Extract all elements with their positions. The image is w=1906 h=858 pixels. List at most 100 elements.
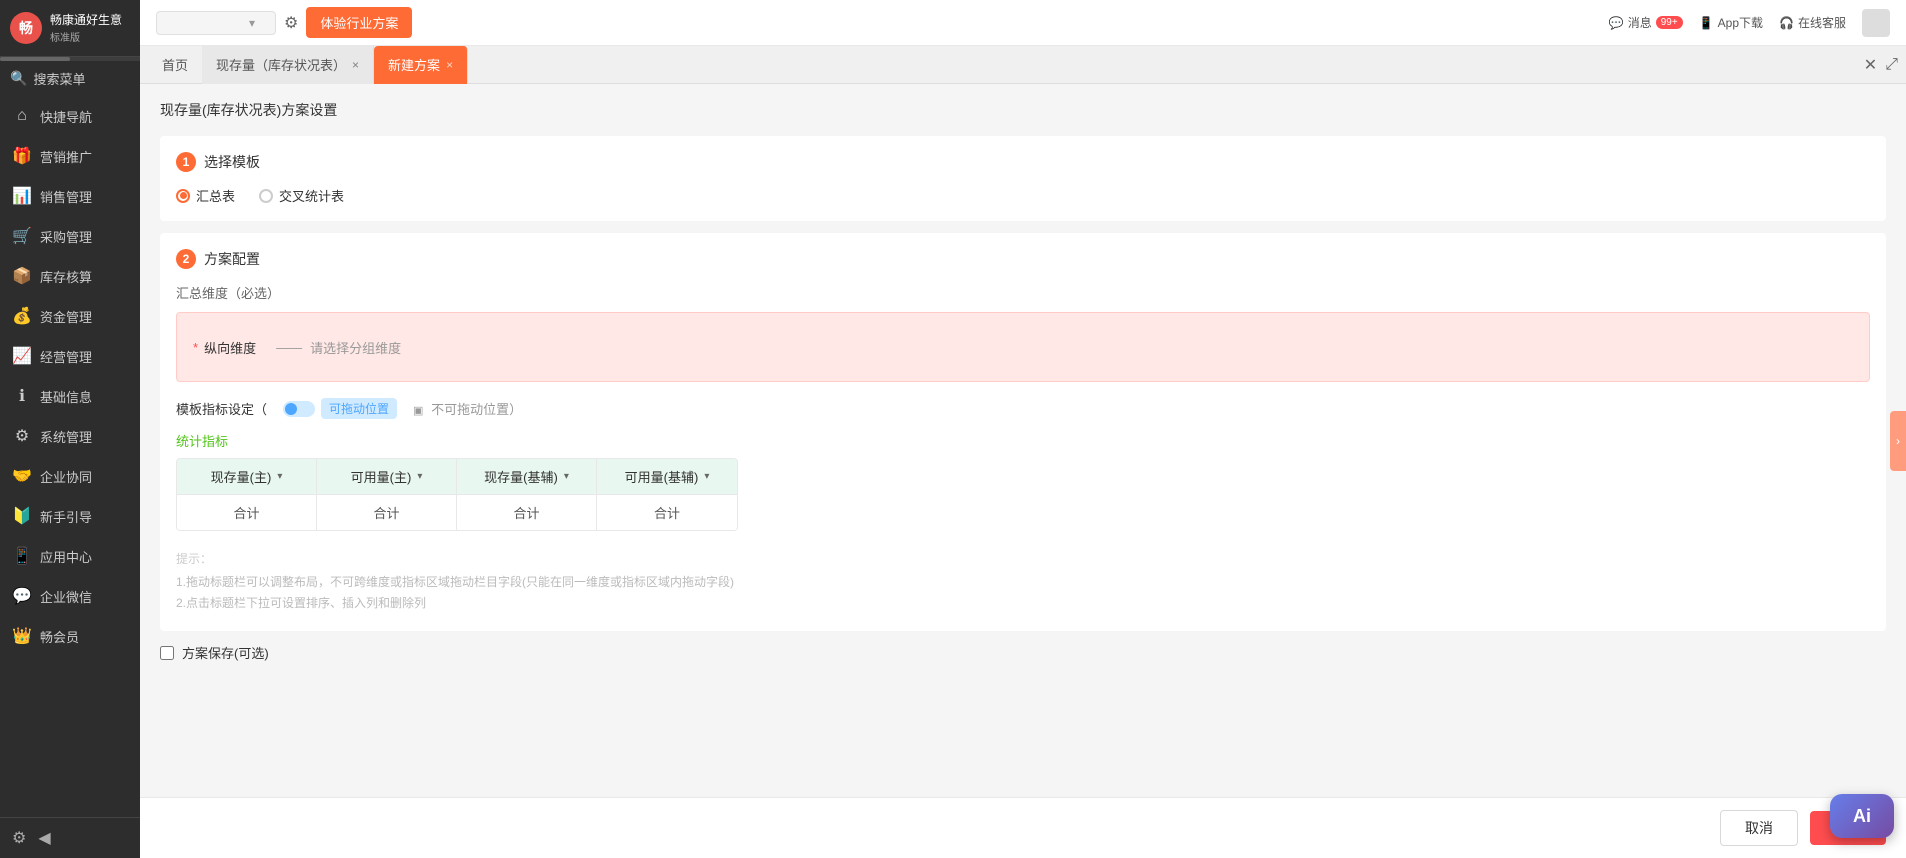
settings-icon[interactable]: ⚙ <box>12 828 26 848</box>
dimension-area[interactable]: * 纵向维度 —— 请选择分组维度 <box>176 312 1870 382</box>
radio-cross-label: 交叉统计表 <box>279 186 344 205</box>
collapse-icon[interactable]: ◀ <box>38 828 50 848</box>
sidebar-item-sales[interactable]: 📊 销售管理 <box>0 176 140 216</box>
stats-label: 统计指标 <box>176 431 1870 450</box>
radio-cross[interactable]: 交叉统计表 <box>259 186 344 205</box>
page-title: 现存量(库存状况表)方案设置 <box>160 100 1886 120</box>
radio-summary-label: 汇总表 <box>196 186 235 205</box>
sidebar-item-enterprise[interactable]: 🤝 企业协同 <box>0 456 140 496</box>
sidebar-item-basic-info[interactable]: ℹ 基础信息 <box>0 376 140 416</box>
template-options: 汇总表 交叉统计表 <box>176 186 1870 205</box>
tab-inventory-close[interactable]: × <box>352 58 359 72</box>
sidebar-item-purchase[interactable]: 🛒 采购管理 <box>0 216 140 256</box>
col-0-dropdown-icon[interactable]: ▾ <box>277 471 282 482</box>
gear-icon[interactable]: ⚙ <box>284 13 298 33</box>
sidebar-item-inventory[interactable]: 📦 库存核算 <box>0 256 140 296</box>
tips-section: 提示： 1.拖动标题栏可以调整布局，不可跨维度或指标区域拖动栏目字段(只能在同一… <box>176 550 1870 611</box>
search-icon: 🔍 <box>10 70 27 87</box>
sidebar: 畅 畅康通好生意 标准版 🔍 搜索菜单 ⌂ 快捷导航 🎁 营销推广 📊 销售管理… <box>0 0 140 858</box>
chevron-right-icon: › <box>1896 434 1900 448</box>
stats-col-3: 可用量(基辅) ▾ 合计 <box>597 459 737 530</box>
msg-btn[interactable]: 💬 消息 99+ <box>1609 14 1683 31</box>
crown-icon: 👑 <box>12 626 32 646</box>
user-avatar[interactable] <box>1862 9 1890 37</box>
sidebar-item-marketing[interactable]: 🎁 营销推广 <box>0 136 140 176</box>
cancel-button[interactable]: 取消 <box>1720 810 1798 846</box>
main-area: ▾ ⚙ 体验行业方案 💬 消息 99+ 📱 App下载 🎧 在线客服 <box>140 0 1906 858</box>
sidebar-bottom: ⚙ ◀ <box>0 817 140 858</box>
search-input[interactable] <box>165 16 245 30</box>
sidebar-item-finance[interactable]: 💰 资金管理 <box>0 296 140 336</box>
topbar-search-box[interactable]: ▾ <box>156 11 276 35</box>
dimension-field: 纵向维度 <box>204 338 256 357</box>
sidebar-logo-icon: 畅 <box>10 12 42 44</box>
chart-icon: 📊 <box>12 186 32 206</box>
topbar-right: 💬 消息 99+ 📱 App下载 🎧 在线客服 <box>1609 9 1890 37</box>
trial-btn[interactable]: 体验行业方案 <box>306 7 412 38</box>
tabs-controls: ✕ ⤢ <box>1864 55 1898 75</box>
section-template: 1 选择模板 汇总表 交叉统计表 <box>160 136 1886 221</box>
indicator-draggable-option[interactable]: 可拖动位置 <box>283 398 397 419</box>
radio-summary[interactable]: 汇总表 <box>176 186 235 205</box>
expand-tab-icon[interactable]: ⤢ <box>1885 56 1898 74</box>
box-icon: 📦 <box>12 266 32 286</box>
sidebar-item-system[interactable]: ⚙ 系统管理 <box>0 416 140 456</box>
col-2-dropdown-icon[interactable]: ▾ <box>564 471 569 482</box>
indicator-fixed-tag: ▣ 不可拖动位置） <box>413 399 522 418</box>
wechat-icon: 💬 <box>12 586 32 606</box>
stats-col-0-cell: 合计 <box>177 495 316 530</box>
dimension-label: 汇总维度（必选） <box>176 283 1870 302</box>
tab-home[interactable]: 首页 <box>148 46 202 84</box>
sidebar-logo: 畅 畅康通好生意 标准版 <box>0 0 140 57</box>
cart-icon: 🛒 <box>12 226 32 246</box>
dimension-dash: —— <box>276 340 302 355</box>
dimension-placeholder: 请选择分组维度 <box>310 338 401 357</box>
sidebar-item-newbie[interactable]: 🔰 新手引导 <box>0 496 140 536</box>
app-download-btn[interactable]: 📱 App下载 <box>1699 14 1763 31</box>
indicator-settings: 模板指标设定（ 可拖动位置 ▣ 不可拖动位置） <box>176 398 1870 419</box>
tab-new-plan-close[interactable]: × <box>446 58 453 72</box>
col-1-dropdown-icon[interactable]: ▾ <box>417 471 422 482</box>
stats-col-1-header: 可用量(主) ▾ <box>317 459 456 495</box>
section1-title: 选择模板 <box>204 152 260 172</box>
stats-col-2-cell: 合计 <box>457 495 596 530</box>
section2-header: 2 方案配置 <box>176 249 1870 269</box>
indicator-fixed-icon: ▣ <box>413 405 423 417</box>
sidebar-nav: ⌂ 快捷导航 🎁 营销推广 📊 销售管理 🛒 采购管理 📦 库存核算 💰 资金管… <box>0 96 140 817</box>
sidebar-search[interactable]: 🔍 搜索菜单 <box>0 61 140 96</box>
required-mark: * <box>193 340 198 355</box>
trend-icon: 📈 <box>12 346 32 366</box>
topbar-left: ▾ ⚙ 体验行业方案 <box>156 7 1597 38</box>
sidebar-item-member[interactable]: 👑 畅会员 <box>0 616 140 656</box>
chevron-down-icon: ▾ <box>249 16 255 30</box>
indicator-toggle[interactable] <box>283 401 315 417</box>
section2-title: 方案配置 <box>204 249 260 269</box>
col-3-dropdown-icon[interactable]: ▾ <box>704 471 709 482</box>
newbie-icon: 🔰 <box>12 506 32 526</box>
sidebar-item-management[interactable]: 📈 经营管理 <box>0 336 140 376</box>
tab-new-plan[interactable]: 新建方案 × <box>374 46 468 84</box>
stats-col-3-cell: 合计 <box>597 495 737 530</box>
tab-inventory[interactable]: 现存量（库存状况表） × <box>202 46 374 84</box>
handshake-icon: 🤝 <box>12 466 32 486</box>
info-icon: ℹ <box>12 386 32 406</box>
save-option: 方案保存(可选) <box>160 643 1886 662</box>
save-label[interactable]: 方案保存(可选) <box>182 643 269 662</box>
customer-service-btn[interactable]: 🎧 在线客服 <box>1779 14 1846 31</box>
sidebar-item-wechat[interactable]: 💬 企业微信 <box>0 576 140 616</box>
close-tab-icon[interactable]: ✕ <box>1864 55 1877 75</box>
tips-title: 提示： <box>176 550 1870 567</box>
radio-summary-circle <box>176 189 190 203</box>
right-panel-toggle[interactable]: › <box>1890 411 1906 471</box>
headset-icon: 🎧 <box>1779 16 1794 30</box>
section-config: 2 方案配置 汇总维度（必选） * 纵向维度 —— 请选择分组维度 模板指标设定… <box>160 233 1886 631</box>
section1-num: 1 <box>176 152 196 172</box>
save-checkbox[interactable] <box>160 646 174 660</box>
ai-float-button[interactable]: Ai <box>1830 794 1894 838</box>
footer-actions: 取消 查询 <box>140 797 1906 858</box>
sidebar-item-app-center[interactable]: 📱 应用中心 <box>0 536 140 576</box>
section1-header: 1 选择模板 <box>176 152 1870 172</box>
home-icon: ⌂ <box>12 106 32 126</box>
stats-col-1: 可用量(主) ▾ 合计 <box>317 459 457 530</box>
sidebar-item-quick-nav[interactable]: ⌂ 快捷导航 <box>0 96 140 136</box>
